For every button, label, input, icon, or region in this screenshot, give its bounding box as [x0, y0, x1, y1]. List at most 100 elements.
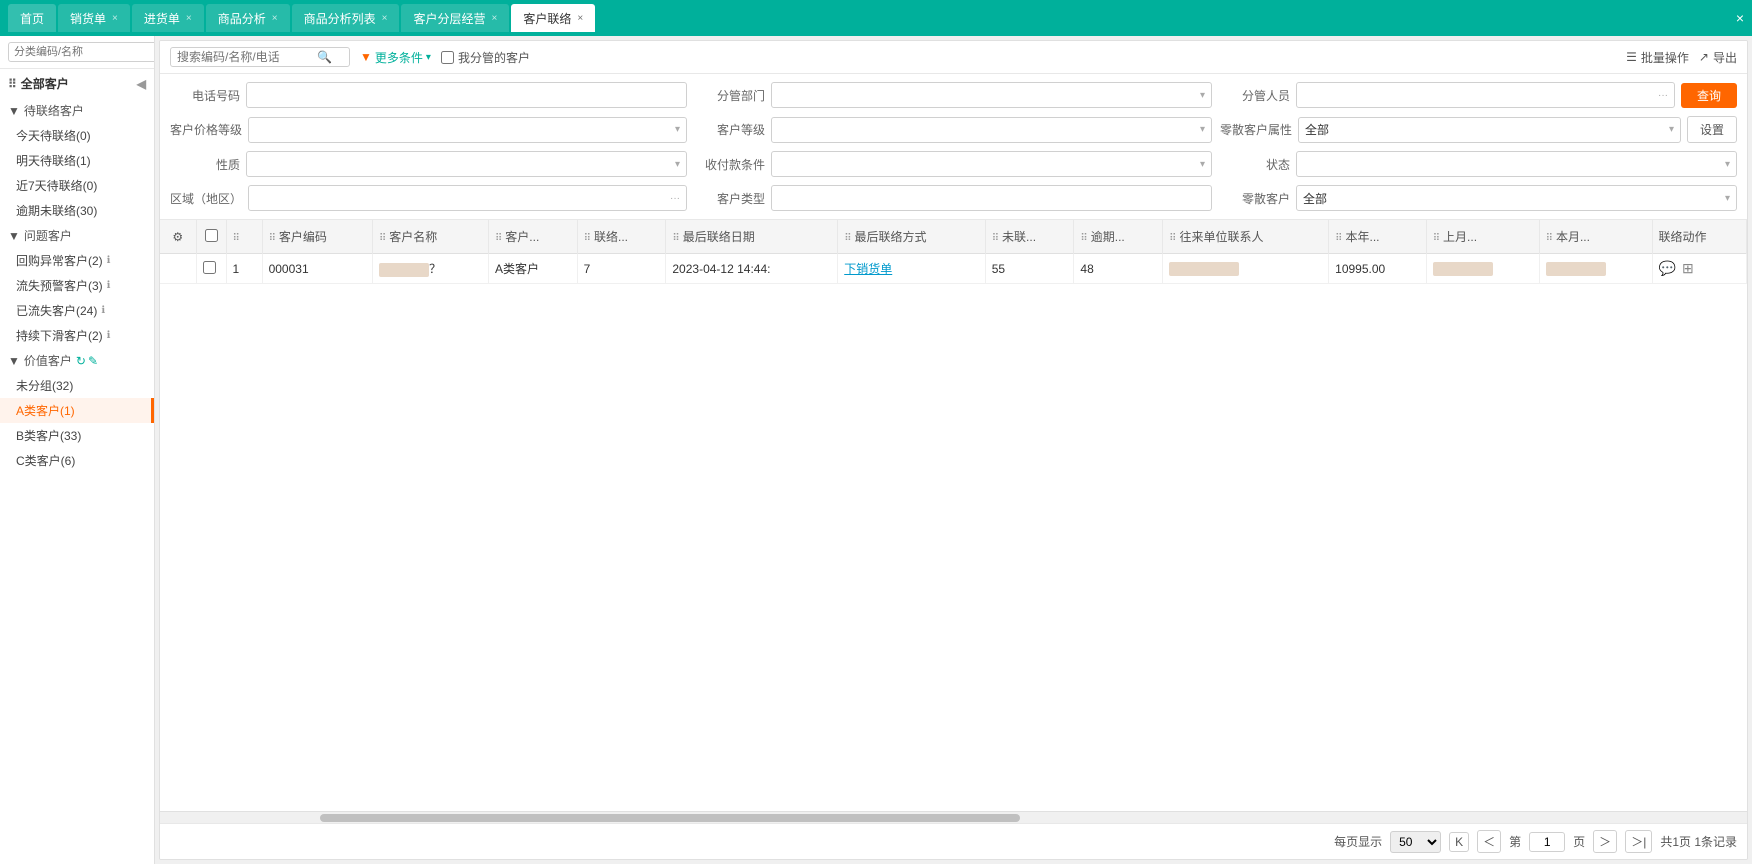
chat-action-icon[interactable]: 💬 — [1659, 260, 1676, 277]
nav-tab-customer-tier[interactable]: 客户分层经营 × — [401, 4, 509, 32]
gear-column-header[interactable]: ⚙ — [160, 220, 196, 254]
nav-tab-home[interactable]: 首页 — [8, 4, 56, 32]
retail-input[interactable]: 全部 ▾ — [1298, 117, 1681, 143]
sidebar-item-class-c[interactable]: C类客户(6) — [0, 448, 154, 473]
filter-search-icon[interactable]: 🔍 — [317, 50, 332, 64]
cell-thisyear: 10995.00 — [1329, 254, 1427, 284]
horizontal-scrollbar[interactable] — [160, 811, 1747, 823]
filter-search-container: 🔍 — [170, 47, 350, 67]
customer-contact-tab-close[interactable]: × — [577, 13, 583, 24]
last-method-link[interactable]: 下销货单 — [844, 262, 892, 276]
retail-label: 零散客户属性 — [1220, 121, 1292, 138]
staff-input[interactable]: ··· — [1296, 82, 1675, 108]
nav-tab-product-list[interactable]: 商品分析列表 × — [292, 4, 400, 32]
nav-tab-customer-contact[interactable]: 客户联络 × — [511, 4, 595, 32]
col-header-lastmonth[interactable]: ⠿上月... — [1426, 220, 1539, 254]
price-input[interactable]: ▾ — [248, 117, 687, 143]
nav-tab-sales[interactable]: 销货单 × — [58, 4, 130, 32]
col-header-contact[interactable]: ⠿联络... — [577, 220, 666, 254]
my-customers-label: 我分管的客户 — [458, 49, 530, 66]
sidebar-collapse-icon[interactable]: ◀ — [137, 77, 146, 91]
col-header-contacts[interactable]: ⠿往来单位联系人 — [1163, 220, 1329, 254]
col-header-lastdate[interactable]: ⠿最后联络日期 — [666, 220, 838, 254]
all-customers-header[interactable]: ⠿ 全部客户 ◀ — [0, 69, 154, 98]
col-header-thismonth[interactable]: ⠿本月... — [1539, 220, 1652, 254]
sidebar-item-class-a[interactable]: A类客户(1) — [0, 398, 154, 423]
batch-op-btn[interactable]: ☰ 批量操作 — [1626, 49, 1689, 66]
class-c-label: C类客户(6) — [16, 452, 75, 469]
refresh-icon[interactable]: ↻ — [76, 354, 86, 368]
nav-tab-product-analysis[interactable]: 商品分析 × — [206, 4, 290, 32]
per-page-label: 每页显示 — [1334, 833, 1382, 850]
scrollbar-thumb[interactable] — [320, 814, 1020, 822]
sidebar-section-problem: ▼ 问题客户 — [0, 223, 154, 248]
first-page-btn[interactable]: K — [1449, 832, 1469, 852]
col-header-name[interactable]: ⠿客户名称 — [372, 220, 488, 254]
status-input[interactable]: ▾ — [1296, 151, 1737, 177]
select-all-checkbox[interactable] — [205, 229, 218, 242]
export-btn[interactable]: ↗ 导出 — [1699, 49, 1737, 66]
cell-lastmethod[interactable]: 下销货单 — [838, 254, 985, 284]
product-analysis-tab-close[interactable]: × — [272, 13, 278, 24]
info-icon-3: ℹ — [101, 305, 105, 316]
level-input[interactable]: ▾ — [771, 117, 1212, 143]
dept-input[interactable]: ▾ — [771, 82, 1212, 108]
sidebar-item-churned[interactable]: 已流失客户(24) ℹ — [0, 298, 154, 323]
purchase-tab-close[interactable]: × — [186, 13, 192, 24]
nav-tab-purchase[interactable]: 进货单 × — [132, 4, 204, 32]
type-col-icon: ⠿ — [495, 233, 502, 244]
retail2-input[interactable]: 全部 ▾ — [1296, 185, 1737, 211]
col-header-lastmethod[interactable]: ⠿最后联络方式 — [838, 220, 985, 254]
phone-input[interactable] — [246, 82, 687, 108]
my-customers-checkbox[interactable] — [441, 51, 454, 64]
sidebar-item-overdue[interactable]: 逾期未联络(30) — [0, 198, 154, 223]
sidebar-item-churn-warning[interactable]: 流失预警客户(3) ℹ — [0, 273, 154, 298]
checkbox-column-header — [196, 220, 226, 254]
sidebar-item-tomorrow[interactable]: 明天待联络(1) — [0, 148, 154, 173]
next-page-btn[interactable]: ＞ — [1593, 830, 1617, 853]
customer-tier-tab-close[interactable]: × — [491, 13, 497, 24]
7days-label: 近7天待联络(0) — [16, 177, 97, 194]
sidebar-item-declining[interactable]: 持续下滑客户(2) ℹ — [0, 323, 154, 348]
sidebar-search-input[interactable] — [8, 42, 155, 62]
col-header-action[interactable]: 联络动作 — [1652, 220, 1746, 254]
index-col-icon: ⠿ — [233, 233, 240, 244]
sidebar-item-repurchase-abnormal[interactable]: 回购异常客户(2) ℹ — [0, 248, 154, 273]
filter-search-input[interactable] — [177, 50, 317, 64]
col-header-nocontact[interactable]: ⠿未联... — [985, 220, 1074, 254]
sales-tab-close[interactable]: × — [112, 13, 118, 24]
area-input[interactable]: ··· — [248, 185, 687, 211]
prev-page-btn[interactable]: ＜ — [1477, 830, 1501, 853]
per-page-select[interactable]: 50 100 200 — [1390, 831, 1441, 853]
sidebar-item-7days[interactable]: 近7天待联络(0) — [0, 173, 154, 198]
cell-gear — [160, 254, 196, 284]
col-header-type[interactable]: ⠿客户... — [488, 220, 577, 254]
page-suffix: 页 — [1573, 833, 1585, 850]
settings-button[interactable]: 设置 — [1687, 116, 1737, 143]
type-input[interactable] — [771, 185, 1212, 211]
edit-icon[interactable]: ✎ — [88, 354, 98, 368]
col-header-overdue[interactable]: ⠿逾期... — [1074, 220, 1163, 254]
sidebar-item-today[interactable]: 今天待联络(0) — [0, 123, 154, 148]
cell-name: ？ — [372, 254, 488, 284]
table-container: ⚙ ⠿ ⠿客户编码 ⠿客户名称 ⠿客户... ⠿联络... ⠿最后联络日期 ⠿最… — [160, 220, 1747, 811]
grid-action-icon[interactable]: ⊞ — [1682, 260, 1694, 277]
row-checkbox[interactable] — [203, 261, 216, 274]
last-page-btn[interactable]: ＞| — [1625, 830, 1652, 853]
pay-input[interactable]: ▾ — [771, 151, 1212, 177]
filter-more-btn[interactable]: ▼ 更多条件 ▾ — [360, 49, 431, 66]
sidebar-item-unclassified[interactable]: 未分组(32) — [0, 373, 154, 398]
pay-dropdown-arrow: ▾ — [1200, 159, 1205, 170]
page-input[interactable] — [1529, 832, 1565, 852]
nature-input[interactable]: ▾ — [246, 151, 687, 177]
customer-table: ⚙ ⠿ ⠿客户编码 ⠿客户名称 ⠿客户... ⠿联络... ⠿最后联络日期 ⠿最… — [160, 220, 1747, 284]
col-header-code[interactable]: ⠿客户编码 — [262, 220, 372, 254]
dots-icon: ⠿ — [8, 77, 17, 91]
col-header-thisyear[interactable]: ⠿本年... — [1329, 220, 1427, 254]
product-list-tab-close[interactable]: × — [382, 13, 388, 24]
query-button[interactable]: 查询 — [1681, 83, 1737, 108]
sidebar-item-class-b[interactable]: B类客户(33) — [0, 423, 154, 448]
dept-label: 分管部门 — [695, 87, 765, 104]
purchase-tab-label: 进货单 — [144, 10, 180, 27]
close-all-tabs[interactable]: × — [1736, 10, 1744, 26]
